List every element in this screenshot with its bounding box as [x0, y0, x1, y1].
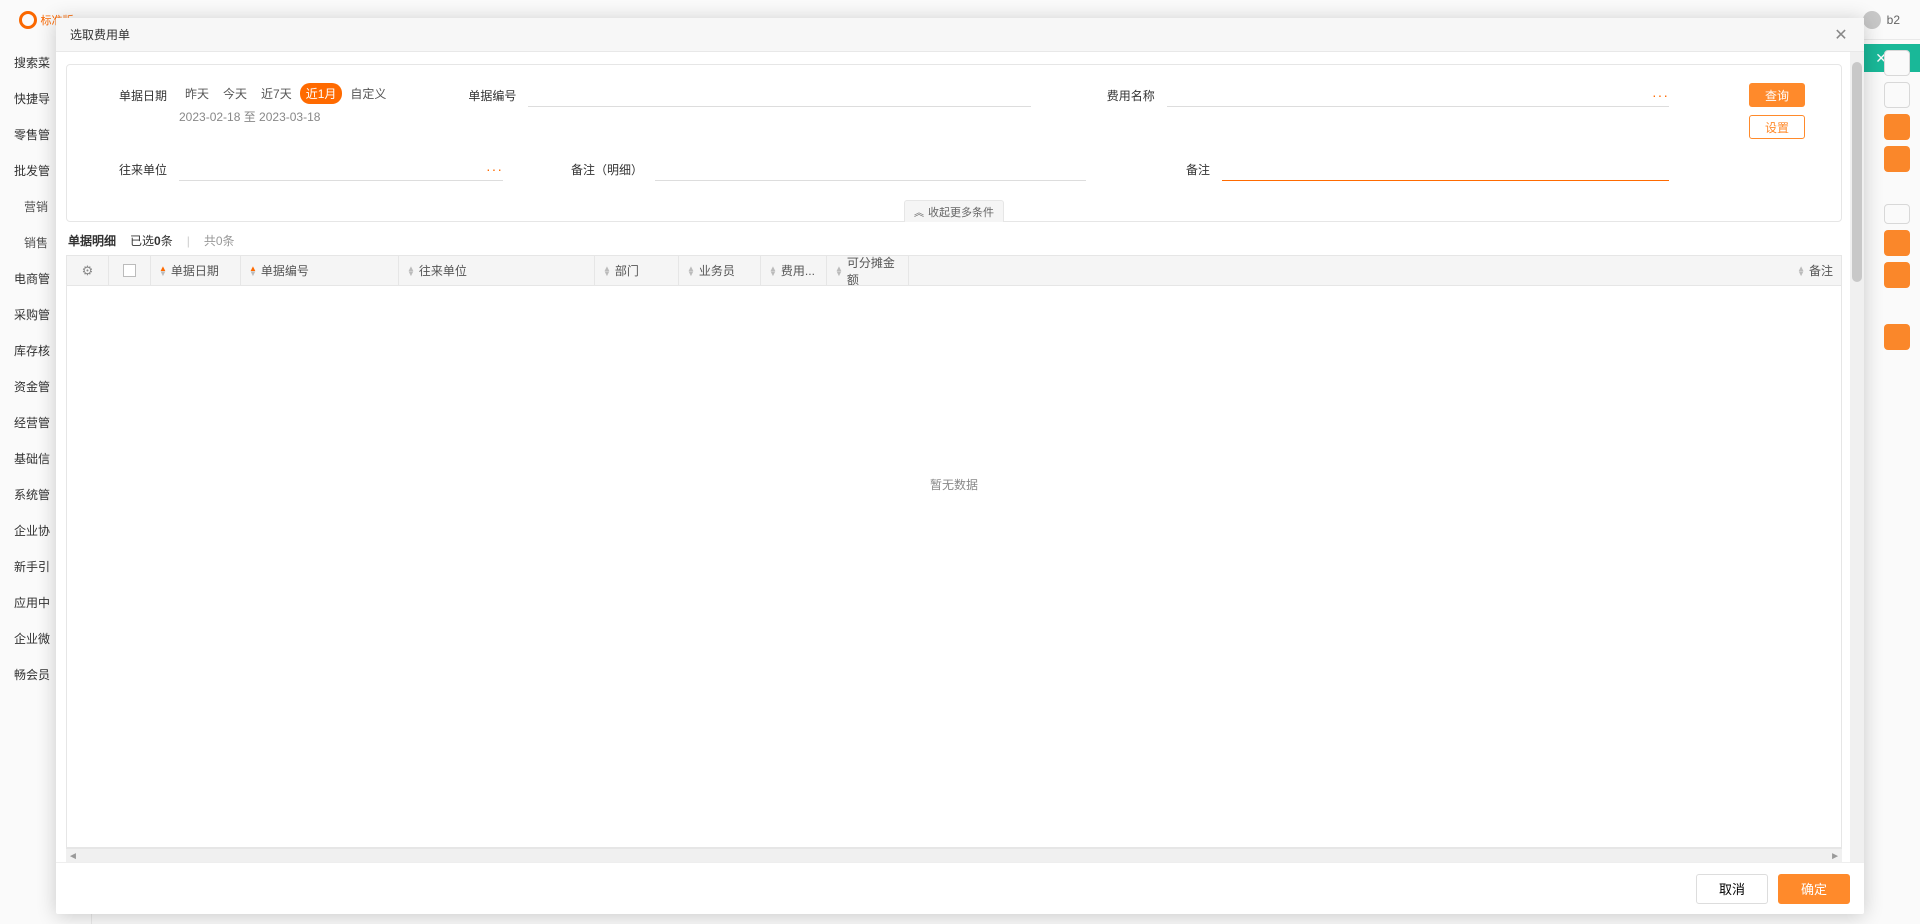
- filter-party: 往来单位 ···: [103, 157, 503, 181]
- column-settings-button[interactable]: [67, 256, 109, 285]
- col-no[interactable]: ▲▼单据编号: [241, 256, 399, 285]
- modal-body: 单据日期 昨天 今天 近7天 近1月 自定义 2023-02-18 至 2023…: [56, 52, 1864, 862]
- selected-count: 已选0条: [130, 232, 173, 249]
- date-range-options: 昨天 今天 近7天 近1月 自定义: [179, 83, 392, 104]
- empty-state: 暂无数据: [67, 476, 1841, 493]
- horizontal-scrollbar[interactable]: ◄ ►: [66, 848, 1842, 862]
- modal-header: 选取费用单 ✕: [56, 18, 1864, 52]
- date-opt-yesterday[interactable]: 昨天: [179, 83, 215, 104]
- date-range-display: 2023-02-18 至 2023-03-18: [179, 108, 392, 125]
- filter-doc-no: 单据编号: [452, 83, 1030, 139]
- filter-remark-label: 备注: [1146, 157, 1210, 178]
- ok-button[interactable]: 确定: [1778, 874, 1850, 904]
- sort-icon: ▲▼: [1797, 266, 1805, 276]
- col-amt[interactable]: ▲▼可分摊金额: [827, 256, 909, 285]
- more-icon[interactable]: ···: [1652, 87, 1669, 103]
- sort-icon: ▲▼: [687, 266, 695, 276]
- date-opt-last7[interactable]: 近7天: [255, 83, 298, 104]
- col-fee[interactable]: ▲▼费用...: [761, 256, 827, 285]
- filter-date-label: 单据日期: [103, 83, 167, 104]
- collapse-label: 收起更多条件: [928, 204, 994, 220]
- query-button[interactable]: 查询: [1749, 83, 1805, 107]
- select-all-checkbox[interactable]: [109, 256, 151, 285]
- gear-icon: [81, 264, 95, 278]
- scroll-left-icon[interactable]: ◄: [68, 851, 78, 861]
- date-opt-custom[interactable]: 自定义: [344, 83, 392, 104]
- date-opt-last1m[interactable]: 近1月: [300, 83, 343, 104]
- filter-remark-detail: 备注（明细）: [563, 157, 1086, 181]
- fee-name-input[interactable]: [1167, 83, 1669, 107]
- section-title: 单据明细: [68, 232, 116, 249]
- col-date[interactable]: ▲▼单据日期: [151, 256, 241, 285]
- results-table: ▲▼单据日期 ▲▼单据编号 ▲▼往来单位 ▲▼部门 ▲▼业务员 ▲▼费用... …: [66, 255, 1842, 848]
- select-fee-modal: 选取费用单 ✕ 单据日期 昨天 今天 近7天: [56, 18, 1864, 914]
- filter-panel: 单据日期 昨天 今天 近7天 近1月 自定义 2023-02-18 至 2023…: [66, 64, 1842, 222]
- filter-remark-detail-label: 备注（明细）: [563, 157, 643, 178]
- sort-icon: ▲▼: [249, 266, 257, 276]
- total-count: 共0条: [204, 232, 235, 249]
- filter-doc-no-label: 单据编号: [452, 83, 516, 104]
- remark-detail-input[interactable]: [655, 157, 1086, 181]
- modal-overlay: 选取费用单 ✕ 单据日期 昨天 今天 近7天: [0, 0, 1920, 924]
- modal-footer: 取消 确定: [56, 862, 1864, 914]
- sort-icon: ▲▼: [407, 266, 415, 276]
- filter-remark: 备注: [1146, 157, 1669, 181]
- collapse-filters-button[interactable]: ︽ 收起更多条件: [904, 200, 1004, 222]
- filter-date: 单据日期 昨天 今天 近7天 近1月 自定义 2023-02-18 至 2023…: [103, 83, 392, 139]
- date-opt-today[interactable]: 今天: [217, 83, 253, 104]
- doc-no-input[interactable]: [528, 83, 1030, 107]
- col-remark[interactable]: ▲▼备注: [909, 256, 1841, 285]
- col-unit[interactable]: ▲▼往来单位: [399, 256, 595, 285]
- sort-icon: ▲▼: [835, 266, 843, 276]
- settings-button[interactable]: 设置: [1749, 115, 1805, 139]
- section-header: 单据明细 已选0条 | 共0条: [68, 232, 1842, 249]
- filter-party-label: 往来单位: [103, 157, 167, 178]
- remark-input[interactable]: [1222, 157, 1669, 181]
- col-dept[interactable]: ▲▼部门: [595, 256, 679, 285]
- scroll-right-icon[interactable]: ►: [1830, 851, 1840, 861]
- more-icon[interactable]: ···: [486, 161, 503, 177]
- cancel-button[interactable]: 取消: [1696, 874, 1768, 904]
- modal-title: 选取费用单: [70, 26, 130, 43]
- checkbox-icon: [123, 264, 136, 277]
- party-input[interactable]: [179, 157, 503, 181]
- filter-actions: 查询 设置: [1749, 83, 1805, 139]
- sort-icon: ▲▼: [159, 266, 167, 276]
- close-icon[interactable]: ✕: [1832, 26, 1850, 44]
- sort-icon: ▲▼: [769, 266, 777, 276]
- sort-icon: ▲▼: [603, 266, 611, 276]
- chevron-up-icon: ︽: [914, 204, 924, 219]
- filter-fee-name: 费用名称 ···: [1091, 83, 1669, 139]
- table-header: ▲▼单据日期 ▲▼单据编号 ▲▼往来单位 ▲▼部门 ▲▼业务员 ▲▼费用... …: [67, 256, 1841, 286]
- col-biz[interactable]: ▲▼业务员: [679, 256, 761, 285]
- filter-fee-name-label: 费用名称: [1091, 83, 1155, 104]
